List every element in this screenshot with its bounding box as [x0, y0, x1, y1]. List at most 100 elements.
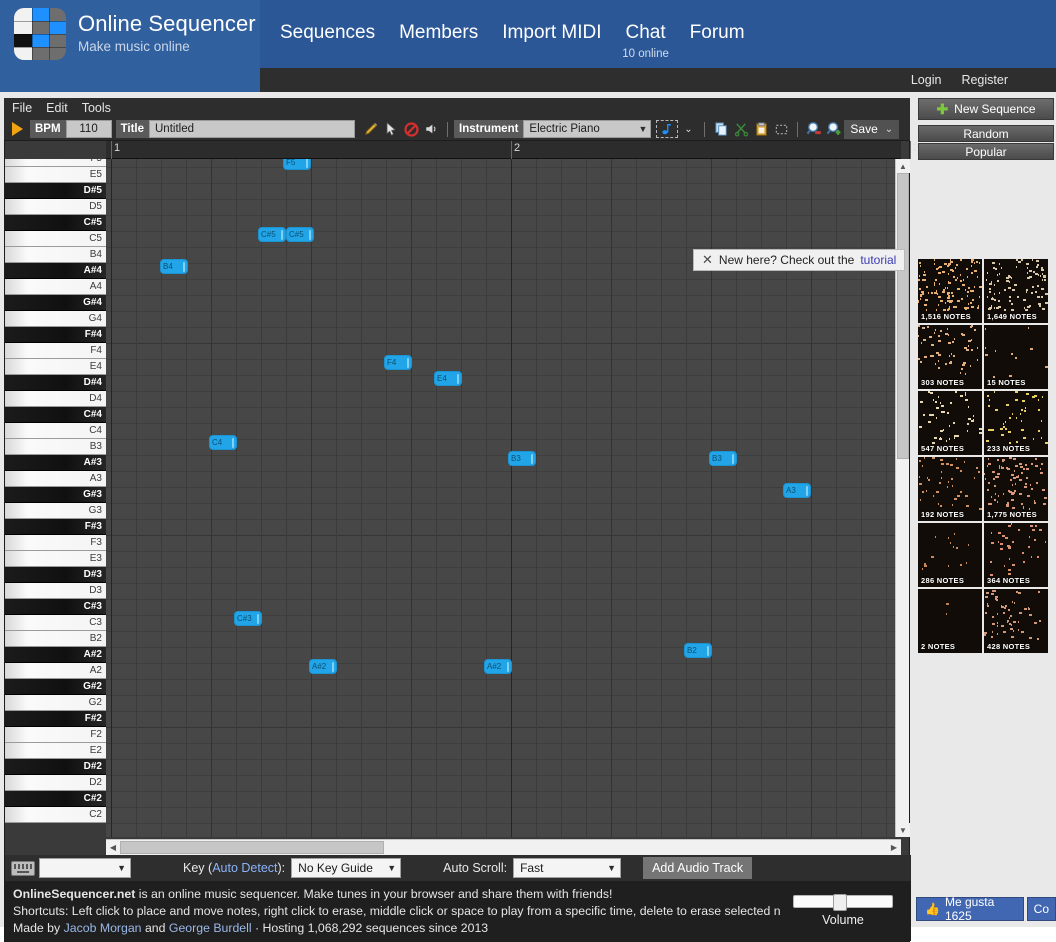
note-block[interactable]: A#2: [484, 659, 512, 674]
track-select[interactable]: ▼: [39, 858, 131, 878]
note-block[interactable]: A3: [783, 483, 811, 498]
chevron-down-icon[interactable]: ⌄: [678, 120, 698, 138]
piano-key-B4[interactable]: B4: [5, 247, 106, 263]
cursor-icon[interactable]: [381, 120, 401, 138]
key-guide-select[interactable]: No Key Guide ▼: [291, 858, 401, 878]
sequence-thumbnail[interactable]: 547 NOTES: [918, 391, 982, 455]
note-block[interactable]: C#5: [286, 227, 314, 242]
piano-key-C3[interactable]: C3: [5, 615, 106, 631]
piano-key-Csharp4[interactable]: C#4: [5, 407, 106, 423]
scroll-down-icon[interactable]: ▼: [896, 823, 910, 837]
note-block[interactable]: E4: [434, 371, 462, 386]
sequence-thumbnail[interactable]: 286 NOTES: [918, 523, 982, 587]
vertical-scroll-thumb[interactable]: [897, 173, 909, 459]
piano-key-F4[interactable]: F4: [5, 343, 106, 359]
scissors-icon[interactable]: [731, 120, 751, 138]
title-input[interactable]: Untitled: [149, 120, 355, 138]
menu-file[interactable]: File: [12, 101, 32, 115]
piano-key-C2[interactable]: C2: [5, 807, 106, 823]
sequence-thumbnail[interactable]: 1,649 NOTES: [984, 259, 1048, 323]
piano-key-Dsharp4[interactable]: D#4: [5, 375, 106, 391]
grid-horizontal-scrollbar[interactable]: ◀ ▶: [106, 839, 901, 855]
nav-item-members[interactable]: Members: [387, 0, 490, 43]
piano-key-Gsharp2[interactable]: G#2: [5, 679, 106, 695]
piano-key-Asharp3[interactable]: A#3: [5, 455, 106, 471]
nav-item-import-midi[interactable]: Import MIDI: [490, 0, 613, 43]
piano-key-Csharp5[interactable]: C#5: [5, 215, 106, 231]
sequence-thumbnail[interactable]: 2 NOTES: [918, 589, 982, 653]
piano-key-E2[interactable]: E2: [5, 743, 106, 759]
piano-key-Asharp2[interactable]: A#2: [5, 647, 106, 663]
tutorial-link[interactable]: tutorial: [860, 253, 896, 267]
piano-key-D3[interactable]: D3: [5, 583, 106, 599]
nav-item-sequences[interactable]: Sequences: [268, 0, 387, 43]
zoom-out-icon[interactable]: [804, 120, 824, 138]
volume-slider[interactable]: [793, 895, 893, 908]
play-button[interactable]: [12, 122, 23, 136]
piano-key-A4[interactable]: A4: [5, 279, 106, 295]
auto-detect-link[interactable]: Auto Detect: [212, 861, 277, 875]
note-select-icon[interactable]: [656, 120, 678, 138]
sequence-thumbnail[interactable]: 1,516 NOTES: [918, 259, 982, 323]
piano-key-Fsharp3[interactable]: F#3: [5, 519, 106, 535]
piano-key-E5[interactable]: E5: [5, 167, 106, 183]
scroll-right-icon[interactable]: ▶: [887, 840, 901, 855]
sequence-thumbnail[interactable]: 233 NOTES: [984, 391, 1048, 455]
piano-key-F5[interactable]: F5: [5, 159, 106, 167]
sequence-thumbnail[interactable]: 15 NOTES: [984, 325, 1048, 389]
menu-edit[interactable]: Edit: [46, 101, 68, 115]
nav-item-forum[interactable]: Forum: [678, 0, 757, 43]
facebook-share-button[interactable]: Co: [1027, 897, 1056, 921]
piano-key-C5[interactable]: C5: [5, 231, 106, 247]
new-sequence-button[interactable]: ✚ New Sequence: [918, 98, 1054, 120]
piano-key-B2[interactable]: B2: [5, 631, 106, 647]
sequence-thumbnail[interactable]: 192 NOTES: [918, 457, 982, 521]
login-link[interactable]: Login: [911, 73, 942, 87]
piano-key-Gsharp4[interactable]: G#4: [5, 295, 106, 311]
note-block[interactable]: C#3: [234, 611, 262, 626]
note-block[interactable]: F5: [283, 159, 311, 170]
nav-item-chat[interactable]: Chat10 online: [614, 0, 678, 43]
piano-key-Gsharp3[interactable]: G#3: [5, 487, 106, 503]
note-block[interactable]: A#2: [309, 659, 337, 674]
piano-key-Fsharp4[interactable]: F#4: [5, 327, 106, 343]
piano-key-A2[interactable]: A2: [5, 663, 106, 679]
register-link[interactable]: Register: [961, 73, 1008, 87]
note-block[interactable]: B3: [709, 451, 737, 466]
piano-key-G3[interactable]: G3: [5, 503, 106, 519]
piano-key-F3[interactable]: F3: [5, 535, 106, 551]
note-block[interactable]: C#5: [258, 227, 286, 242]
piano-key-E4[interactable]: E4: [5, 359, 106, 375]
piano-key-Dsharp3[interactable]: D#3: [5, 567, 106, 583]
instrument-select[interactable]: Electric Piano ▼: [523, 120, 651, 138]
piano-key-E3[interactable]: E3: [5, 551, 106, 567]
piano-key-Dsharp2[interactable]: D#2: [5, 759, 106, 775]
facebook-like-button[interactable]: 👍 Me gusta 1625: [916, 897, 1024, 921]
piano-key-F2[interactable]: F2: [5, 727, 106, 743]
piano-key-G2[interactable]: G2: [5, 695, 106, 711]
piano-key-A3[interactable]: A3: [5, 471, 106, 487]
clipboard-icon[interactable]: [751, 120, 771, 138]
sidebar-tab-popular[interactable]: Popular: [918, 143, 1054, 160]
piano-key-D4[interactable]: D4: [5, 391, 106, 407]
note-block[interactable]: B2: [684, 643, 712, 658]
autoscroll-select[interactable]: Fast ▼: [513, 858, 621, 878]
menu-tools[interactable]: Tools: [82, 101, 111, 115]
horizontal-scroll-thumb[interactable]: [120, 841, 384, 854]
piano-key-D5[interactable]: D5: [5, 199, 106, 215]
copy-icon[interactable]: [711, 120, 731, 138]
piano-key-G4[interactable]: G4: [5, 311, 106, 327]
note-block[interactable]: B3: [508, 451, 536, 466]
keyboard-icon[interactable]: [11, 861, 35, 876]
scroll-up-icon[interactable]: ▲: [896, 159, 910, 173]
piano-key-B3[interactable]: B3: [5, 439, 106, 455]
zoom-in-icon[interactable]: [824, 120, 844, 138]
sequence-thumbnail[interactable]: 364 NOTES: [984, 523, 1048, 587]
close-icon[interactable]: ✕: [702, 252, 713, 268]
add-audio-track-button[interactable]: Add Audio Track: [643, 857, 752, 879]
note-block[interactable]: C4: [209, 435, 237, 450]
sequence-thumbnail[interactable]: 428 NOTES: [984, 589, 1048, 653]
speaker-icon[interactable]: [421, 120, 441, 138]
author-link-1[interactable]: Jacob Morgan: [64, 921, 142, 935]
bpm-input[interactable]: 110: [66, 120, 112, 138]
